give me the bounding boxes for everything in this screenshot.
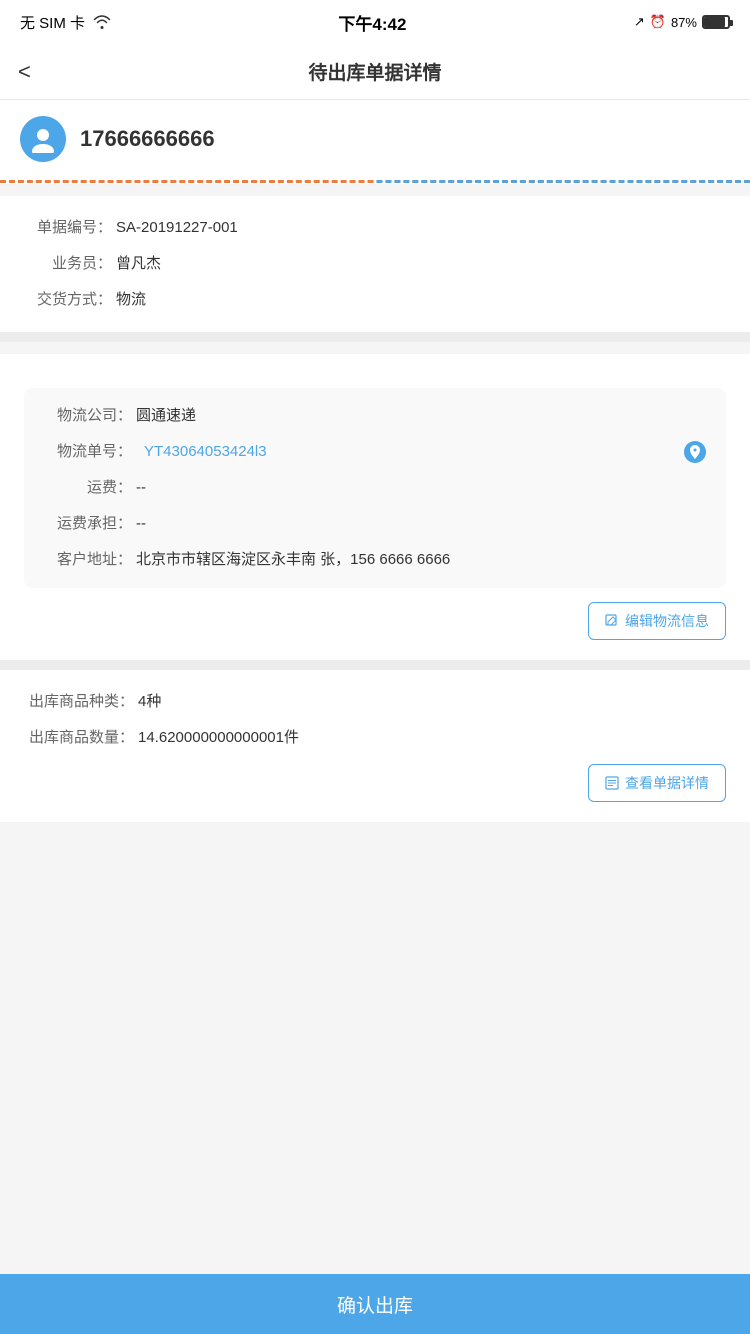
logistics-tracking-label: 物流单号：	[44, 440, 132, 464]
bottom-spacer	[0, 822, 750, 902]
delivery-row: 交货方式： 物流	[24, 288, 726, 312]
customer-header: 17666666666	[0, 100, 750, 178]
goods-type-value: 4种	[138, 690, 726, 714]
freight-bear-row: 运费承担： --	[44, 512, 706, 536]
goods-type-row: 出库商品种类： 4种	[24, 690, 726, 714]
salesman-row: 业务员： 曾凡杰	[24, 252, 726, 276]
address-row: 客户地址： 北京市市辖区海淀区永丰南 张，156 6666 6666	[44, 548, 706, 572]
freight-value: --	[136, 476, 706, 500]
confirm-btn-label: 确认出库	[337, 1291, 413, 1318]
gray-separator-1	[0, 332, 750, 342]
gray-separator-2	[0, 660, 750, 670]
location-icon: ↗	[634, 14, 645, 30]
freight-row: 运费： --	[44, 476, 706, 500]
edit-logistics-button[interactable]: 编辑物流信息	[588, 602, 726, 640]
logistics-company-label: 物流公司：	[44, 404, 132, 428]
view-detail-button[interactable]: 查看单据详情	[588, 764, 726, 802]
dashed-divider	[0, 178, 750, 184]
avatar	[20, 116, 66, 162]
address-label: 客户地址：	[44, 548, 132, 572]
location-icon[interactable]	[684, 441, 706, 463]
status-bar: 无 SIM 卡 下午4:42 ↗ ⏰ 87%	[0, 0, 750, 44]
freight-bear-label: 运费承担：	[44, 512, 132, 536]
logistics-company-value: 圆通速递	[136, 404, 706, 428]
battery-icon	[702, 15, 730, 29]
edit-btn-area: 编辑物流信息	[24, 602, 726, 640]
logistics-company-row: 物流公司： 圆通速递	[44, 404, 706, 428]
edit-icon	[605, 614, 619, 628]
logistics-card: 物流公司： 圆通速递 物流单号： YT43064053424l3 运费： -- …	[24, 388, 726, 588]
battery-percent: 87%	[671, 15, 697, 30]
logistics-tracking-value: YT43064053424l3	[144, 440, 676, 464]
view-detail-btn-area: 查看单据详情	[24, 764, 726, 802]
order-num-row: 单据编号： SA-20191227-001	[24, 216, 726, 240]
freight-bear-value: --	[136, 512, 706, 536]
delivery-value: 物流	[116, 288, 726, 312]
carrier-text: 无 SIM 卡	[20, 12, 85, 33]
status-time: 下午4:42	[338, 10, 406, 35]
back-button[interactable]: <	[18, 59, 31, 85]
salesman-value: 曾凡杰	[116, 252, 726, 276]
page-title: 待出库单据详情	[308, 58, 441, 85]
confirm-btn-area[interactable]: 确认出库	[0, 1274, 750, 1334]
salesman-label: 业务员：	[24, 252, 112, 276]
freight-label: 运费：	[44, 476, 132, 500]
pin-icon	[689, 445, 701, 459]
goods-type-label: 出库商品种类：	[24, 690, 134, 714]
edit-logistics-label: 编辑物流信息	[625, 611, 709, 631]
order-num-label: 单据编号：	[24, 216, 112, 240]
logistics-section: 物流公司： 圆通速递 物流单号： YT43064053424l3 运费： -- …	[0, 354, 750, 660]
address-value: 北京市市辖区海淀区永丰南 张，156 6666 6666	[136, 548, 706, 572]
customer-phone: 17666666666	[80, 126, 215, 152]
basic-info-section: 单据编号： SA-20191227-001 业务员： 曾凡杰 交货方式： 物流	[0, 196, 750, 332]
logistics-tracking-row: 物流单号： YT43064053424l3	[44, 440, 706, 464]
goods-section: 出库商品种类： 4种 出库商品数量： 14.620000000000001件 查…	[0, 670, 750, 822]
alarm-icon: ⏰	[650, 14, 666, 30]
list-icon	[605, 776, 619, 790]
goods-quantity-value: 14.620000000000001件	[138, 726, 726, 750]
status-left: 无 SIM 卡	[20, 12, 111, 33]
order-num-value: SA-20191227-001	[116, 216, 726, 240]
goods-quantity-row: 出库商品数量： 14.620000000000001件	[24, 726, 726, 750]
nav-bar: < 待出库单据详情	[0, 44, 750, 100]
delivery-label: 交货方式：	[24, 288, 112, 312]
view-detail-label: 查看单据详情	[625, 773, 709, 793]
status-right: ↗ ⏰ 87%	[634, 14, 730, 30]
wifi-icon	[93, 15, 111, 29]
goods-quantity-label: 出库商品数量：	[24, 726, 134, 750]
user-icon	[29, 125, 57, 153]
